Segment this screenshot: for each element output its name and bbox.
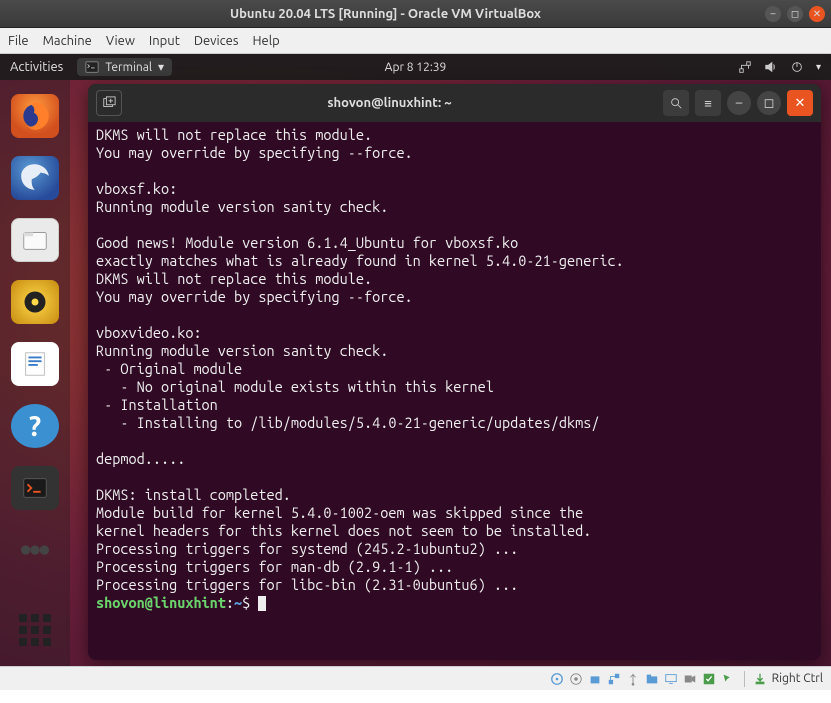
dock: ? bbox=[0, 80, 70, 666]
clock[interactable]: Apr 8 12:39 bbox=[385, 61, 447, 74]
network-icon bbox=[738, 60, 752, 74]
app-indicator[interactable]: Terminal ▾ bbox=[77, 58, 172, 76]
terminal-titlebar[interactable]: shovon@linuxhint: ~ ≡ – ◻ ✕ bbox=[88, 84, 821, 122]
vbox-window-title: Ubuntu 20.04 LTS [Running] - Oracle VM V… bbox=[6, 7, 765, 21]
search-button[interactable] bbox=[663, 90, 689, 116]
dock-terminal[interactable] bbox=[11, 466, 59, 510]
dock-libreoffice-writer[interactable] bbox=[11, 342, 59, 386]
hamburger-button[interactable]: ≡ bbox=[695, 90, 721, 116]
cursor bbox=[258, 596, 266, 611]
vbox-statusbar: Right Ctrl bbox=[0, 666, 831, 690]
menu-input[interactable]: Input bbox=[149, 34, 180, 48]
app-indicator-label: Terminal bbox=[105, 61, 152, 74]
terminal-title: shovon@linuxhint: ~ bbox=[122, 96, 657, 110]
dock-files[interactable] bbox=[11, 218, 59, 262]
chevron-down-icon: ▾ bbox=[816, 61, 821, 73]
term-maximize-button[interactable]: ◻ bbox=[757, 91, 781, 115]
terminal-output[interactable]: DKMS will not replace this module. You m… bbox=[88, 122, 821, 660]
gnome-topbar: Activities Terminal ▾ Apr 8 12:39 ▾ bbox=[0, 54, 831, 80]
dock-settings[interactable] bbox=[11, 528, 59, 572]
audio-icon[interactable] bbox=[588, 671, 603, 686]
usb-icon[interactable] bbox=[626, 671, 641, 686]
activities-button[interactable]: Activities bbox=[10, 60, 63, 74]
close-button[interactable]: ✕ bbox=[809, 6, 825, 22]
dock-help[interactable]: ? bbox=[11, 404, 59, 448]
keyboard-icon[interactable] bbox=[753, 671, 768, 686]
new-tab-button[interactable] bbox=[96, 90, 122, 116]
system-tray[interactable]: ▾ bbox=[738, 60, 821, 74]
display-icon[interactable] bbox=[664, 671, 679, 686]
guest-desktop: Activities Terminal ▾ Apr 8 12:39 ▾ ? bbox=[0, 54, 831, 666]
menu-help[interactable]: Help bbox=[253, 34, 280, 48]
vbox-titlebar: Ubuntu 20.04 LTS [Running] - Oracle VM V… bbox=[0, 0, 831, 28]
dock-rhythmbox[interactable] bbox=[11, 280, 59, 324]
terminal-window: shovon@linuxhint: ~ ≡ – ◻ ✕ DKMS will no… bbox=[88, 84, 821, 660]
term-close-button[interactable]: ✕ bbox=[787, 90, 813, 116]
hdd-icon[interactable] bbox=[550, 671, 565, 686]
dock-firefox[interactable] bbox=[11, 94, 59, 138]
menu-file[interactable]: File bbox=[8, 34, 29, 48]
terminal-icon bbox=[85, 60, 99, 74]
recording-icon[interactable] bbox=[683, 671, 698, 686]
dock-show-apps[interactable] bbox=[11, 608, 59, 652]
guest-additions-icon[interactable] bbox=[702, 671, 717, 686]
network-status-icon[interactable] bbox=[607, 671, 622, 686]
maximize-button[interactable]: ◻ bbox=[787, 6, 803, 22]
host-key-label: Right Ctrl bbox=[772, 672, 823, 685]
vbox-window-controls: – ◻ ✕ bbox=[765, 6, 825, 22]
mouse-integration-icon[interactable] bbox=[721, 671, 736, 686]
volume-icon bbox=[764, 60, 778, 74]
minimize-button[interactable]: – bbox=[765, 6, 781, 22]
optical-icon[interactable] bbox=[569, 671, 584, 686]
dock-thunderbird[interactable] bbox=[11, 156, 59, 200]
power-icon bbox=[790, 60, 804, 74]
separator bbox=[744, 671, 745, 687]
menu-view[interactable]: View bbox=[106, 34, 135, 48]
term-minimize-button[interactable]: – bbox=[727, 91, 751, 115]
menu-machine[interactable]: Machine bbox=[43, 34, 92, 48]
vbox-menubar: File Machine View Input Devices Help bbox=[0, 28, 831, 54]
chevron-down-icon: ▾ bbox=[158, 60, 164, 74]
menu-devices[interactable]: Devices bbox=[194, 34, 239, 48]
shared-folder-icon[interactable] bbox=[645, 671, 660, 686]
